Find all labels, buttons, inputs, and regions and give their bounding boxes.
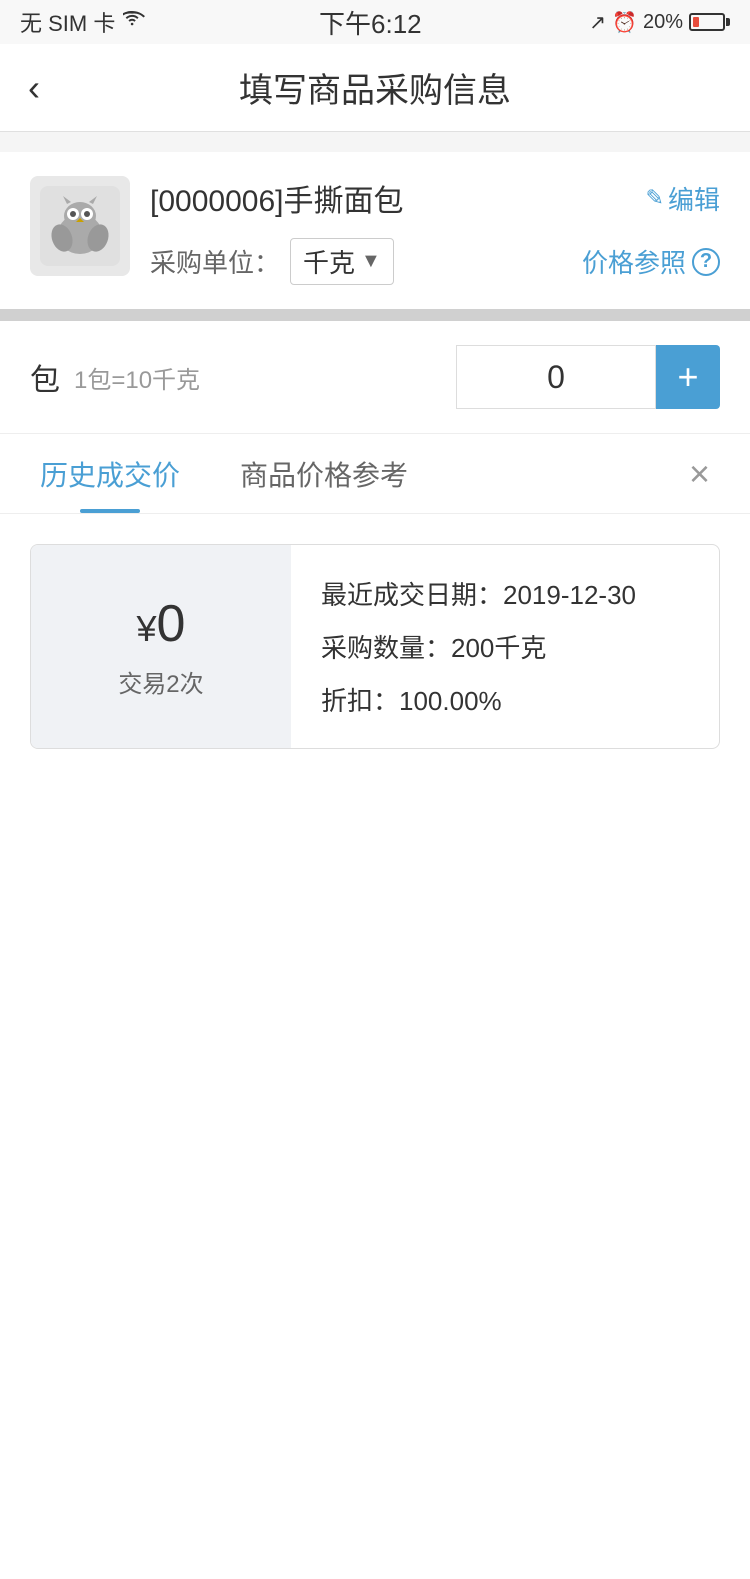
quantity-label: 采购数量： (321, 633, 451, 663)
date-label: 最近成交日期： (321, 580, 503, 610)
wifi-icon (123, 11, 151, 33)
trade-count: 交易2次 (118, 664, 203, 699)
tab-active-indicator (80, 509, 140, 513)
quantity-controls: 0 + (456, 345, 720, 409)
history-price-value: ¥0 (137, 594, 186, 654)
product-logo-icon (40, 186, 120, 266)
section-divider (0, 309, 750, 321)
recent-transaction-date: 最近成交日期：2019-12-30 (321, 575, 689, 612)
quantity-unit: 包 (30, 355, 60, 399)
battery-percent: 20% (643, 11, 683, 34)
status-right: ↗ ⏰ 20% (589, 10, 730, 35)
tab-product-price-ref[interactable]: 商品价格参考 (240, 434, 408, 513)
currency-symbol: ¥ (137, 608, 157, 649)
tab-history-label: 历史成交价 (40, 454, 180, 494)
purchase-quantity: 采购数量：200千克 (321, 628, 689, 665)
product-image (30, 176, 130, 276)
discount-label: 折扣： (321, 686, 399, 716)
unit-label: 采购单位： (150, 243, 280, 280)
quantity-row: 包 1包=10千克 0 + (0, 321, 750, 434)
tab-history-price[interactable]: 历史成交价 (40, 434, 180, 513)
quantity-label-group: 包 1包=10千克 (30, 355, 200, 399)
discount-info: 折扣：100.00% (321, 681, 689, 718)
price-ref-label: 价格参照 (582, 243, 686, 280)
price-ref-help-icon: ? (692, 248, 720, 276)
tab-header: 历史成交价 商品价格参考 × (0, 434, 750, 514)
history-price-panel: ¥0 交易2次 (31, 545, 291, 748)
status-bar: 无 SIM 卡 下午6:12 ↗ ⏰ 20% (0, 0, 750, 44)
product-top-row: [0000006]手撕面包 ✎ 编辑 (150, 176, 720, 220)
product-card: [0000006]手撕面包 ✎ 编辑 采购单位： 千克 ▼ 价格参照 ? (0, 152, 750, 309)
tab-close-button[interactable]: × (689, 456, 710, 492)
quantity-sub-label: 1包=10千克 (74, 360, 200, 395)
tab-product-price-label: 商品价格参考 (240, 454, 408, 494)
sim-status: 无 SIM 卡 (20, 6, 115, 38)
plus-icon: + (677, 356, 698, 398)
nav-bar: ‹ 填写商品采购信息 (0, 44, 750, 132)
history-detail-panel: 最近成交日期：2019-12-30 采购数量：200千克 折扣：100.00% (291, 545, 719, 748)
product-unit-row: 采购单位： 千克 ▼ 价格参照 ? (150, 238, 720, 285)
history-card: ¥0 交易2次 最近成交日期：2019-12-30 采购数量：200千克 折扣：… (30, 544, 720, 749)
location-icon: ↗ (589, 10, 606, 35)
date-value: 2019-12-30 (503, 580, 636, 610)
quantity-detail-value: 200千克 (451, 633, 546, 663)
price-amount: 0 (157, 595, 186, 653)
tab-items: 历史成交价 商品价格参考 (40, 434, 408, 513)
product-info: [0000006]手撕面包 ✎ 编辑 采购单位： 千克 ▼ 价格参照 ? (150, 176, 720, 285)
edit-label: 编辑 (668, 180, 720, 217)
unit-select[interactable]: 千克 ▼ (290, 238, 394, 285)
price-reference-button[interactable]: 价格参照 ? (582, 243, 720, 280)
edit-button[interactable]: ✎ 编辑 (646, 180, 720, 217)
discount-value: 100.00% (399, 686, 502, 716)
back-button[interactable]: ‹ (28, 70, 40, 106)
quantity-plus-button[interactable]: + (656, 345, 720, 409)
product-name: [0000006]手撕面包 (150, 176, 403, 220)
battery-icon (689, 13, 730, 31)
alarm-icon: ⏰ (612, 10, 637, 35)
tab-panel: 历史成交价 商品价格参考 × ¥0 交易2次 最近成交日期：2019-12-30 (0, 434, 750, 779)
page-title: 填写商品采购信息 (239, 63, 511, 112)
edit-icon: ✎ (646, 185, 664, 211)
status-time: 下午6:12 (319, 4, 422, 41)
close-icon: × (689, 453, 710, 494)
history-content: ¥0 交易2次 最近成交日期：2019-12-30 采购数量：200千克 折扣：… (0, 514, 750, 779)
status-left: 无 SIM 卡 (20, 6, 151, 38)
unit-dropdown-arrow: ▼ (361, 250, 381, 273)
quantity-input[interactable]: 0 (456, 345, 656, 409)
main-content-area (0, 779, 750, 1579)
unit-value: 千克 (303, 243, 355, 280)
quantity-value: 0 (547, 359, 565, 396)
